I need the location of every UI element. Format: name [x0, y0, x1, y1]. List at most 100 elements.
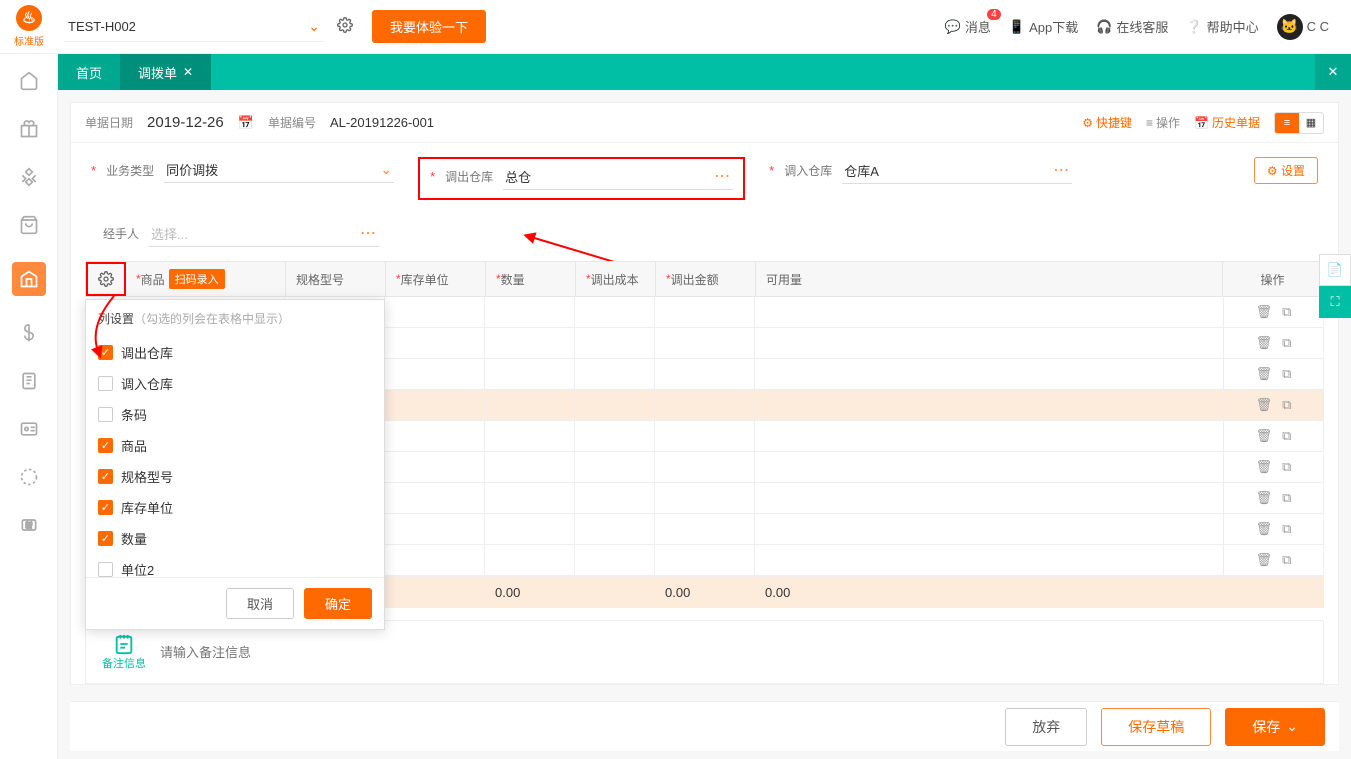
column-option-label: 单位2 — [121, 560, 154, 577]
column-option-label: 调出仓库 — [121, 343, 173, 362]
chevron-down-icon: ⌄ — [308, 18, 320, 35]
messages-button[interactable]: 💬 消息 4 — [945, 17, 991, 36]
column-option[interactable]: ✓数量 — [98, 523, 372, 554]
items-table: *商品扫码录入 规格型号 *库存单位 *数量 *调出成本 *调出金额 可用量 操… — [85, 261, 1324, 608]
copy-icon[interactable]: ⧉ — [1282, 521, 1291, 537]
cancel-button[interactable]: 取消 — [226, 588, 294, 619]
nav-bag-icon[interactable] — [18, 214, 40, 236]
org-selector[interactable]: TEST-H002 ⌄ — [64, 12, 324, 42]
form-settings-button[interactable]: ⚙ 设置 — [1254, 157, 1318, 184]
column-option[interactable]: 条码 — [98, 399, 372, 430]
col-cost: *调出成本 — [576, 262, 656, 296]
column-option[interactable]: ✓库存单位 — [98, 492, 372, 523]
checkbox-icon — [98, 562, 113, 577]
trash-icon[interactable]: 🗑 — [1256, 428, 1273, 444]
nav-money-icon[interactable] — [18, 322, 40, 344]
right-float-actions: 📄 ⛶ — [1319, 254, 1351, 318]
history-link[interactable]: 📅 历史单据 — [1194, 114, 1260, 131]
in-warehouse-select[interactable]: 仓库A ⋯ — [842, 157, 1072, 184]
gear-icon — [337, 17, 353, 33]
nav-clipboard-icon[interactable] — [18, 370, 40, 392]
app-download-button[interactable]: 📱 App下载 — [1009, 17, 1078, 36]
nav-warehouse-icon[interactable] — [12, 262, 46, 296]
more-icon: ⋯ — [360, 223, 377, 243]
copy-icon[interactable]: ⧉ — [1282, 335, 1291, 351]
nav-loading-icon[interactable] — [18, 466, 40, 488]
biz-type-select[interactable]: 同价调拨 ⌄ — [164, 157, 394, 183]
svg-text:新: 新 — [25, 521, 32, 530]
trash-icon[interactable]: 🗑 — [1256, 459, 1273, 475]
trial-button[interactable]: 我要体验一下 — [372, 10, 486, 43]
col-product: *商品扫码录入 — [126, 262, 286, 296]
chevron-down-icon: ⌄ — [380, 161, 392, 178]
operate-link[interactable]: ≡ 操作 — [1146, 114, 1180, 131]
nav-new-icon[interactable]: 新 — [18, 514, 40, 536]
view-list-button[interactable]: ≡ — [1275, 113, 1299, 133]
field-biz-type: * 业务类型 同价调拨 ⌄ — [91, 157, 394, 183]
nav-home-icon[interactable] — [18, 70, 40, 92]
trash-icon[interactable]: 🗑 — [1256, 521, 1273, 537]
trash-icon[interactable]: 🗑 — [1256, 366, 1273, 382]
out-warehouse-select[interactable]: 总仓 ⋯ — [503, 163, 733, 190]
column-option[interactable]: ✓商品 — [98, 430, 372, 461]
copy-icon[interactable]: ⧉ — [1282, 366, 1291, 382]
tab-home[interactable]: 首页 — [58, 54, 120, 90]
fullscreen-button[interactable]: ⛶ — [1319, 286, 1351, 318]
scan-input-button[interactable]: 扫码录入 — [169, 269, 225, 289]
table-header: *商品扫码录入 规格型号 *库存单位 *数量 *调出成本 *调出金额 可用量 操… — [85, 261, 1324, 297]
checkbox-icon — [98, 376, 113, 391]
trash-icon[interactable]: 🗑 — [1256, 304, 1273, 320]
field-handler: 经手人 选择... ⋯ — [91, 220, 379, 247]
nav-id-icon[interactable] — [18, 418, 40, 440]
trash-icon[interactable]: 🗑 — [1256, 335, 1273, 351]
col-op: 操作 — [1223, 262, 1323, 296]
copy-icon[interactable]: ⧉ — [1282, 490, 1291, 506]
brand-name: 标准版 — [14, 33, 44, 48]
org-settings-button[interactable] — [330, 17, 360, 36]
close-all-tabs[interactable]: ✕ — [1315, 54, 1351, 90]
trash-icon[interactable]: 🗑 — [1256, 490, 1273, 506]
more-icon: ⋯ — [714, 166, 731, 186]
required-mark: * — [769, 163, 774, 178]
column-option[interactable]: ✓调出仓库 — [98, 337, 372, 368]
nav-gift-icon[interactable] — [18, 118, 40, 140]
remarks-input[interactable] — [160, 645, 1307, 660]
column-option[interactable]: 单位2 — [98, 554, 372, 577]
doc-date[interactable]: 2019-12-26 — [147, 114, 224, 131]
column-settings-popover: 列设置（勾选的列会在表格中显示） ✓调出仓库调入仓库条码 ✓商品✓规格型号✓库存单… — [85, 299, 385, 630]
shortcut-link[interactable]: ⚙ 快捷键 — [1082, 114, 1132, 131]
close-icon[interactable]: ✕ — [183, 65, 193, 79]
save-draft-button[interactable]: 保存草稿 — [1101, 708, 1211, 746]
copy-icon[interactable]: ⧉ — [1282, 428, 1291, 444]
popover-title: 列设置（勾选的列会在表格中显示） — [86, 300, 384, 337]
tab-transfer-order[interactable]: 调拨单 ✕ — [120, 54, 211, 90]
nav-diamond-icon[interactable] — [18, 166, 40, 188]
help-center-button[interactable]: ❔ 帮助中心 — [1186, 17, 1258, 36]
user-menu[interactable]: 🐱 C C — [1277, 14, 1329, 40]
save-button[interactable]: 保存 ⌄ — [1225, 708, 1325, 746]
copy-icon[interactable]: ⧉ — [1282, 304, 1291, 320]
discard-button[interactable]: 放弃 — [1005, 708, 1087, 746]
trash-icon[interactable]: 🗑 — [1256, 397, 1273, 413]
required-mark: * — [430, 169, 435, 184]
trash-icon[interactable]: 🗑 — [1256, 552, 1273, 568]
brand-logo[interactable]: ♨ 标准版 — [0, 5, 58, 48]
top-header: ♨ 标准版 TEST-H002 ⌄ 我要体验一下 💬 消息 4 📱 App下载 … — [0, 0, 1351, 54]
headset-icon: 🎧 — [1096, 19, 1112, 35]
view-grid-button[interactable]: ▦ — [1299, 113, 1323, 133]
handler-select[interactable]: 选择... ⋯ — [149, 220, 379, 247]
copy-icon[interactable]: ⧉ — [1282, 459, 1291, 475]
column-settings-button[interactable] — [86, 262, 126, 296]
column-list[interactable]: ✓调出仓库调入仓库条码 ✓商品✓规格型号✓库存单位✓数量单位2 — [86, 337, 384, 577]
calendar-icon[interactable]: 📅 — [238, 115, 254, 131]
copy-icon[interactable]: ⧉ — [1282, 397, 1291, 413]
online-service-button[interactable]: 🎧 在线客服 — [1096, 17, 1168, 36]
copy-icon[interactable]: ⧉ — [1282, 552, 1291, 568]
column-option[interactable]: 调入仓库 — [98, 368, 372, 399]
confirm-button[interactable]: 确定 — [304, 588, 372, 619]
org-name: TEST-H002 — [68, 19, 136, 34]
column-option[interactable]: ✓规格型号 — [98, 461, 372, 492]
column-option-label: 商品 — [121, 436, 147, 455]
column-option-label: 条码 — [121, 405, 147, 424]
notes-panel-button[interactable]: 📄 — [1319, 254, 1351, 286]
